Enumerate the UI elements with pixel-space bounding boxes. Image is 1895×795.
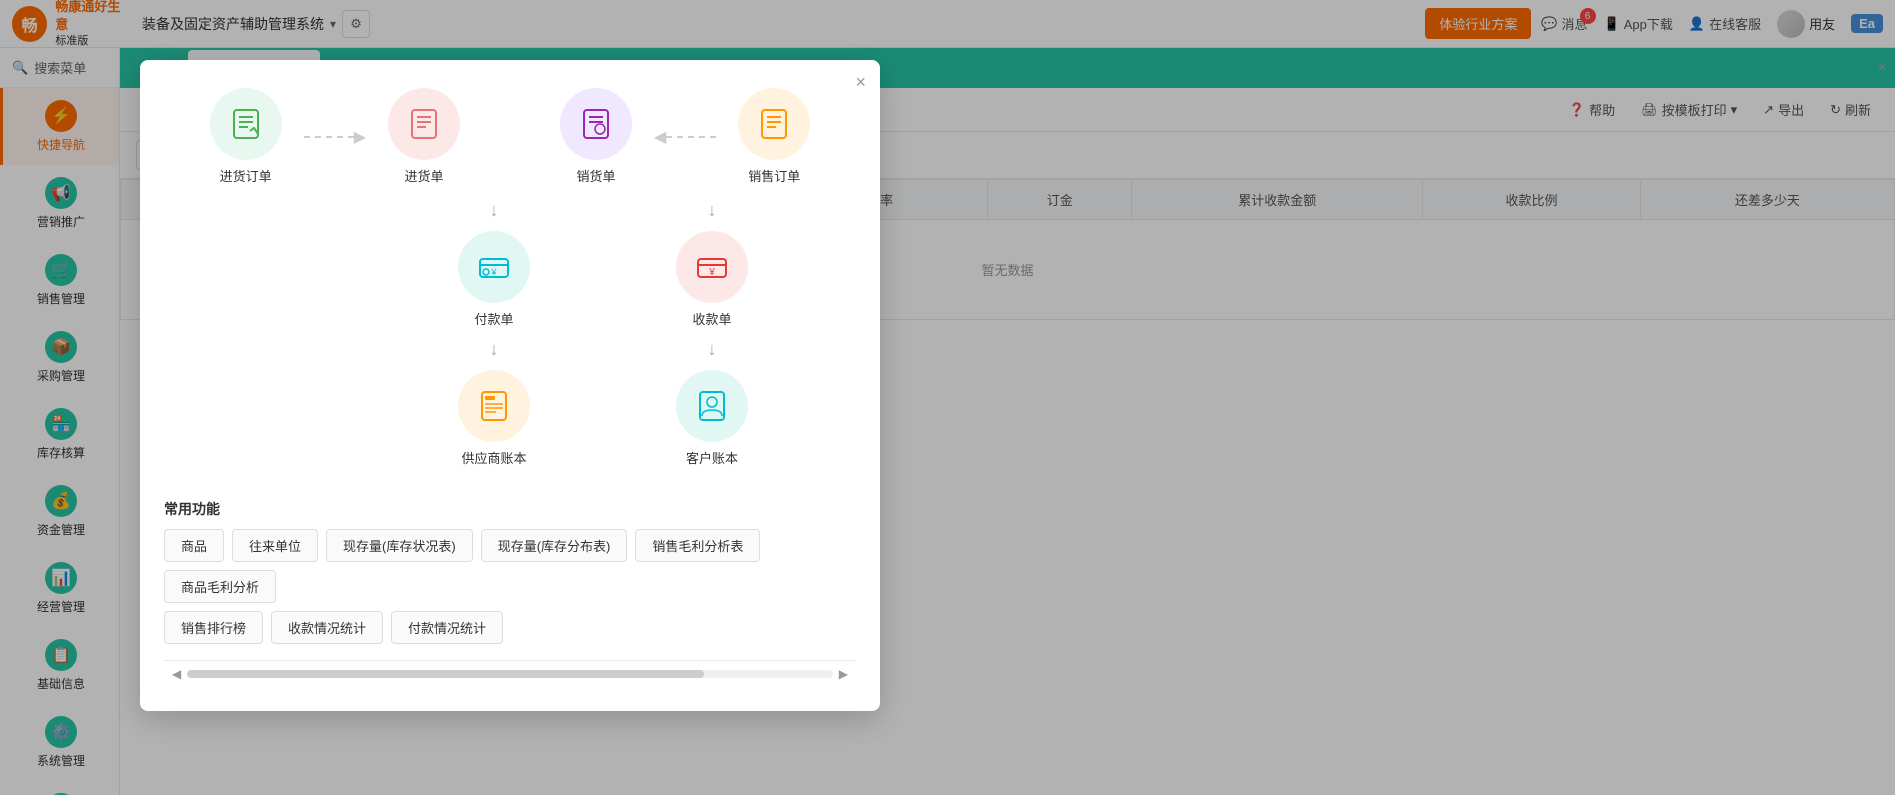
flow-purchase-order: 进货订单 xyxy=(210,88,282,185)
modal-close-btn[interactable]: × xyxy=(855,72,866,93)
flow-receive: ¥ 收款单 xyxy=(676,231,748,328)
common-btn-sales-gross[interactable]: 销售毛利分析表 xyxy=(635,529,760,562)
flow-circle-sales-order xyxy=(738,88,810,160)
flow-circle-payment: ¥ xyxy=(458,231,530,303)
common-btns-row2: 销售排行榜 收款情况统计 付款情况统计 xyxy=(164,611,856,644)
popup-modal: × 进货订单 xyxy=(140,60,880,711)
flow-supplier-ledger: 供应商账本 xyxy=(458,370,530,467)
scroll-track[interactable] xyxy=(187,670,833,678)
flow-circle-supplier-ledger xyxy=(458,370,530,442)
flow-payment: ¥ 付款单 xyxy=(458,231,530,328)
scroll-thumb xyxy=(187,670,703,678)
scroll-right-arrow[interactable]: ▶ xyxy=(839,667,848,681)
flow-circle-purchase-order xyxy=(210,88,282,160)
common-btn-goods[interactable]: 商品 xyxy=(164,529,224,562)
flow-purchase: 进货单 xyxy=(388,88,460,185)
scroll-bar: ◀ ▶ xyxy=(164,660,856,687)
arrow-sales-down: ↓ xyxy=(708,201,717,219)
common-btn-goods-gross[interactable]: 商品毛利分析 xyxy=(164,570,276,603)
arrow-sales-order-to-sales: ◀ xyxy=(654,127,716,147)
arrow-purchase-down: ↓ xyxy=(490,201,499,219)
flow-sales: 销货单 xyxy=(560,88,632,185)
common-title: 常用功能 xyxy=(164,499,856,519)
arrow-payment-down: ↓ xyxy=(490,340,499,358)
common-btn-pay-stats[interactable]: 付款情况统计 xyxy=(391,611,503,644)
arrow-receive-down: ↓ xyxy=(708,340,717,358)
common-btn-partners[interactable]: 往来单位 xyxy=(232,529,318,562)
flow-circle-sales xyxy=(560,88,632,160)
common-btn-stock-dist[interactable]: 现存量(库存分布表) xyxy=(481,529,628,562)
common-functions: 常用功能 商品 往来单位 现存量(库存状况表) 现存量(库存分布表) 销售毛利分… xyxy=(164,499,856,644)
flow-customer-ledger: 客户账本 xyxy=(676,370,748,467)
flow-sales-order: 销售订单 xyxy=(738,88,810,185)
svg-text:¥: ¥ xyxy=(490,267,497,277)
arrow-purchase-order-to-purchase: ▶ xyxy=(304,127,366,147)
common-btn-collect-stats[interactable]: 收款情况统计 xyxy=(271,611,383,644)
svg-text:¥: ¥ xyxy=(708,267,715,278)
common-btn-sales-rank[interactable]: 销售排行榜 xyxy=(164,611,263,644)
flow-diagram: 进货订单 ▶ xyxy=(164,80,856,475)
scroll-left-arrow[interactable]: ◀ xyxy=(172,667,181,681)
common-btn-stock-status[interactable]: 现存量(库存状况表) xyxy=(326,529,473,562)
flow-circle-receive: ¥ xyxy=(676,231,748,303)
flow-circle-customer-ledger xyxy=(676,370,748,442)
common-btns-row1: 商品 往来单位 现存量(库存状况表) 现存量(库存分布表) 销售毛利分析表 商品… xyxy=(164,529,856,603)
flow-circle-purchase xyxy=(388,88,460,160)
